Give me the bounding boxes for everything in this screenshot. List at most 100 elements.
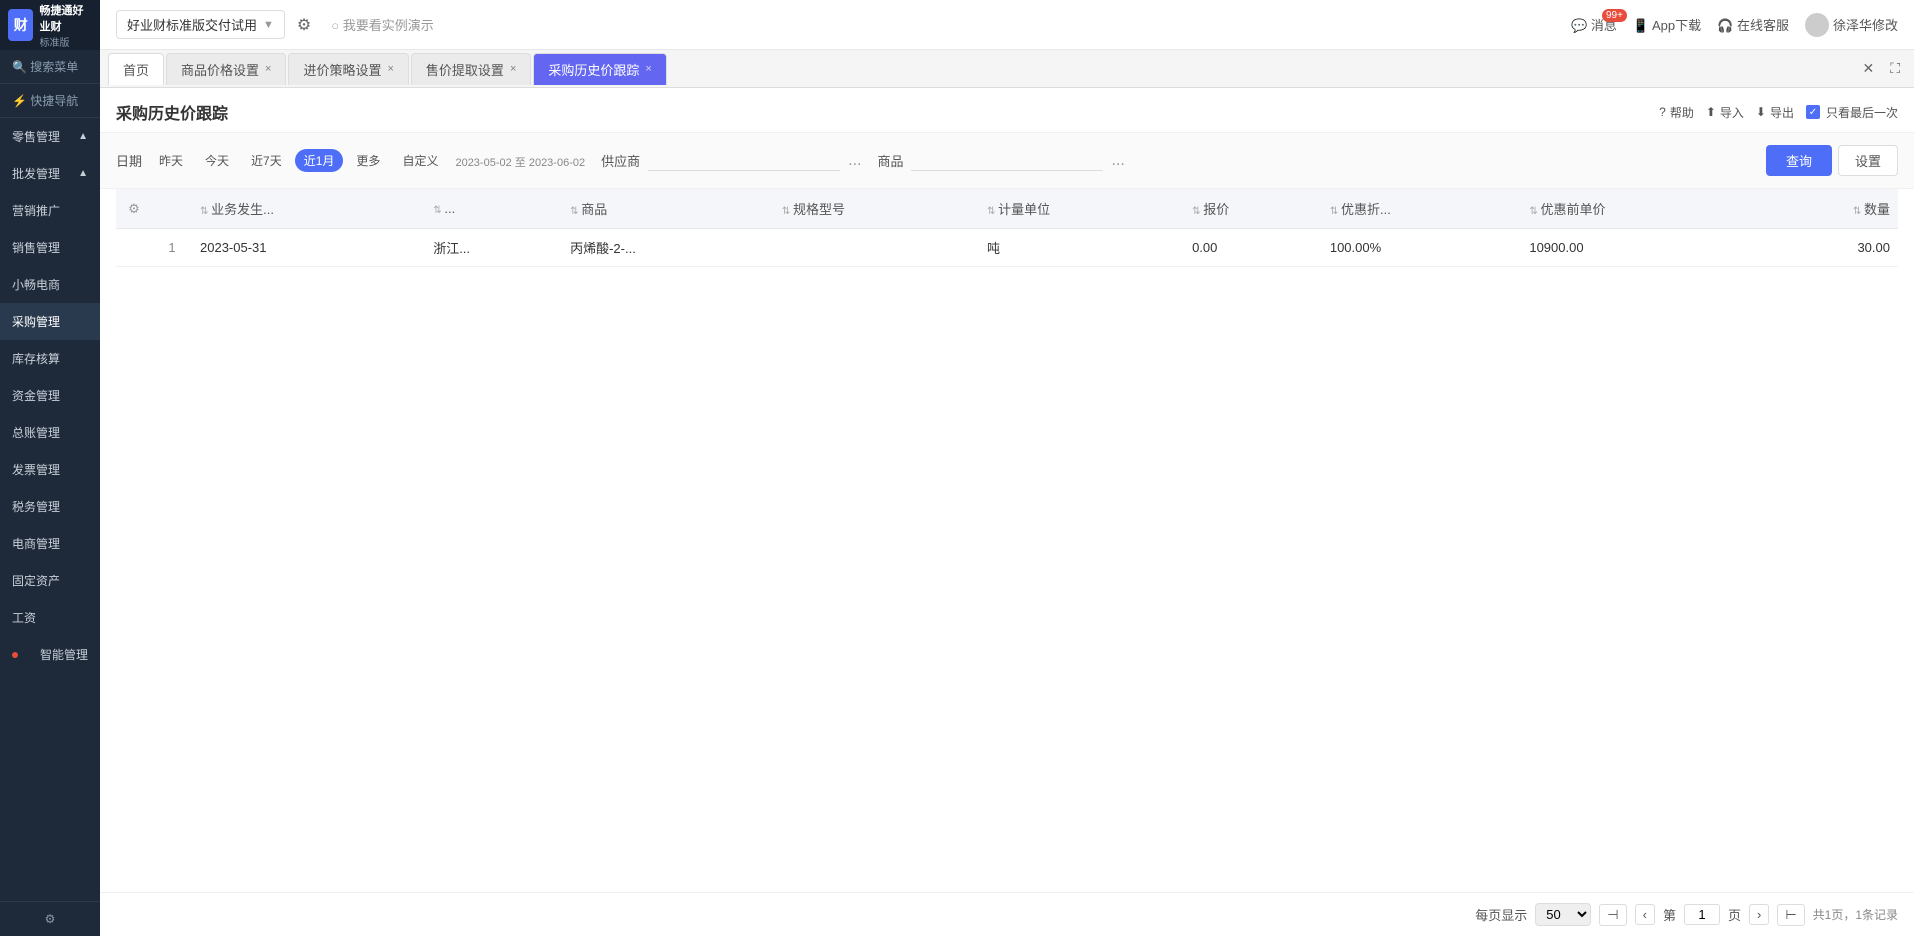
sidebar-item-purchase[interactable]: 采购管理 [0,303,100,340]
import-button[interactable]: ⬆ 导入 [1706,104,1744,121]
tab-home[interactable]: 首页 [108,53,164,85]
sidebar-item-wholesale[interactable]: 批发管理 ▲ [0,155,100,192]
sort-icon[interactable]: ⇅ [1853,206,1864,217]
date-btn-custom[interactable]: 自定义 [393,149,447,172]
message-icon: 💬 [1571,18,1591,33]
supplier-label: 供应商 [601,151,640,170]
sidebar-settings-button[interactable]: ⚙ [0,901,100,936]
help-button[interactable]: ? 帮助 [1659,104,1694,121]
close-window-button[interactable]: ✕ [1856,58,1880,79]
topbar-right: 💬 消息 99+ 📱 App下载 🎧 在线客服 徐泽华修改 [1571,13,1898,37]
product-dots[interactable]: ... [1111,152,1124,170]
next-page-button[interactable]: › [1749,904,1769,925]
last-page-button[interactable]: ⊢ [1777,904,1804,926]
row-unit-cell: 吨 [979,229,1184,267]
col-date: ⇅ 业务发生... [192,189,425,229]
row-date-cell: 2023-05-31 [192,229,425,267]
pagination-info: 共1页，1条记录 [1813,906,1898,923]
data-table: ⚙ ⇅ 业务发生... ⇅ ... ⇅ 商品 [116,189,1898,267]
expand-window-button[interactable]: ⛶ [1884,58,1906,79]
sidebar-logo: 财 畅捷通好业财 标准版 [0,0,100,50]
table-header-row: ⚙ ⇅ 业务发生... ⇅ ... ⇅ 商品 [116,189,1898,229]
chevron-icon: ▲ [78,131,88,142]
close-icon[interactable]: × [645,63,651,75]
sidebar-item-marketing[interactable]: 营销推广 [0,192,100,229]
filter-bar: 日期 昨天 今天 近7天 近1月 更多 自定义 2023-05-02 至 202… [100,133,1914,189]
phone-icon: 📱 [1633,18,1652,33]
product-label: 商品 [877,151,903,170]
col-unit-price: ⇅ 优惠前单价 [1521,189,1760,229]
message-button[interactable]: 💬 消息 99+ [1571,15,1617,34]
demo-link[interactable]: ○ 我要看实例演示 [331,15,433,34]
tab-purchase-strategy[interactable]: 进价策略设置 × [288,53,408,85]
close-icon[interactable]: × [387,63,393,75]
page-input[interactable] [1684,904,1720,925]
date-filter-group: 日期 昨天 今天 近7天 近1月 更多 自定义 2023-05-02 至 202… [116,149,585,172]
product-input[interactable] [911,151,1103,171]
version-selector[interactable]: 好业财标准版交付试用 ▼ [116,10,285,39]
row-gear-cell [116,229,152,267]
sort-icon[interactable]: ⇅ [782,206,793,217]
close-icon[interactable]: × [265,63,271,75]
date-btn-7days[interactable]: 近7天 [242,149,291,172]
per-page-label: 每页显示 [1475,905,1527,924]
filter-settings-button[interactable]: 设置 [1838,145,1898,176]
sidebar-quicknav[interactable]: ⚡ 快捷导航 [0,84,100,118]
sidebar: 财 畅捷通好业财 标准版 🔍 搜索菜单 ⚡ 快捷导航 零售管理 ▲ 批发管理 ▲… [0,0,100,936]
sidebar-item-smart[interactable]: 智能管理 [0,636,100,673]
supplier-dots[interactable]: ... [848,152,861,170]
query-button[interactable]: 查询 [1766,145,1832,176]
sort-icon[interactable]: ⇅ [987,206,998,217]
column-settings-icon[interactable]: ⚙ [128,201,140,216]
pagination: 每页显示 50 10 20 100 ⊣ ‹ 第 页 › ⊢ 共1页，1条记录 [100,892,1914,936]
sidebar-item-retail[interactable]: 零售管理 ▲ [0,118,100,155]
topbar-gear-button[interactable]: ⚙ [297,15,311,35]
sidebar-item-payroll[interactable]: 工资 [0,599,100,636]
sidebar-item-ecommerce[interactable]: 电商管理 [0,525,100,562]
sort-icon[interactable]: ⇅ [570,206,581,217]
online-service-button[interactable]: 🎧 在线客服 [1717,15,1789,34]
sidebar-item-fixed-assets[interactable]: 固定资产 [0,562,100,599]
app-download-button[interactable]: 📱 App下载 [1633,15,1701,34]
date-label: 日期 [116,151,142,170]
sidebar-item-general-ledger[interactable]: 总账管理 [0,414,100,451]
tab-purchase-history[interactable]: 采购历史价跟踪 × [533,53,666,85]
supplier-input[interactable] [648,151,840,171]
sort-icon[interactable]: ⇅ [200,206,211,217]
col-price: ⇅ 报价 [1184,189,1322,229]
date-btn-today[interactable]: 今天 [196,149,238,172]
sidebar-search[interactable]: 🔍 搜索菜单 [0,50,100,84]
page-actions: ? 帮助 ⬆ 导入 ⬇ 导出 只看最后一次 [1659,104,1898,121]
col-num [152,189,192,229]
close-icon[interactable]: × [510,63,516,75]
sidebar-item-tax[interactable]: 税务管理 [0,488,100,525]
sidebar-item-sales[interactable]: 销售管理 [0,229,100,266]
per-page-select[interactable]: 50 10 20 100 [1535,903,1591,926]
first-page-button[interactable]: ⊣ [1599,904,1626,926]
page-unit: 页 [1728,905,1741,924]
sort-icon[interactable]: ⇅ [433,205,444,216]
export-icon: ⬇ [1756,105,1766,119]
date-btn-1month[interactable]: 近1月 [295,149,344,172]
row-unit-price-cell: 10900.00 [1521,229,1760,267]
tab-sale-price[interactable]: 售价提取设置 × [411,53,531,85]
sidebar-item-inventory[interactable]: 库存核算 [0,340,100,377]
sort-icon[interactable]: ⇅ [1330,206,1341,217]
checkbox-only-last[interactable] [1806,105,1820,119]
user-menu[interactable]: 徐泽华修改 [1805,13,1898,37]
date-btn-more[interactable]: 更多 [347,149,389,172]
sidebar-item-invoice[interactable]: 发票管理 [0,451,100,488]
only-last-toggle[interactable]: 只看最后一次 [1806,104,1898,121]
headset-icon: 🎧 [1717,18,1737,33]
sort-icon[interactable]: ⇅ [1192,206,1203,217]
logo-icon: 财 [8,9,33,41]
export-button[interactable]: ⬇ 导出 [1756,104,1794,121]
sidebar-item-funds[interactable]: 资金管理 [0,377,100,414]
date-btn-yesterday[interactable]: 昨天 [150,149,192,172]
quicknav-icon: ⚡ [12,94,30,108]
prev-page-button[interactable]: ‹ [1635,904,1655,925]
tab-product-price[interactable]: 商品价格设置 × [166,53,286,85]
sidebar-item-ecommerce-small[interactable]: 小畅电商 [0,266,100,303]
sort-icon[interactable]: ⇅ [1529,206,1540,217]
message-badge: 99+ [1602,9,1627,22]
